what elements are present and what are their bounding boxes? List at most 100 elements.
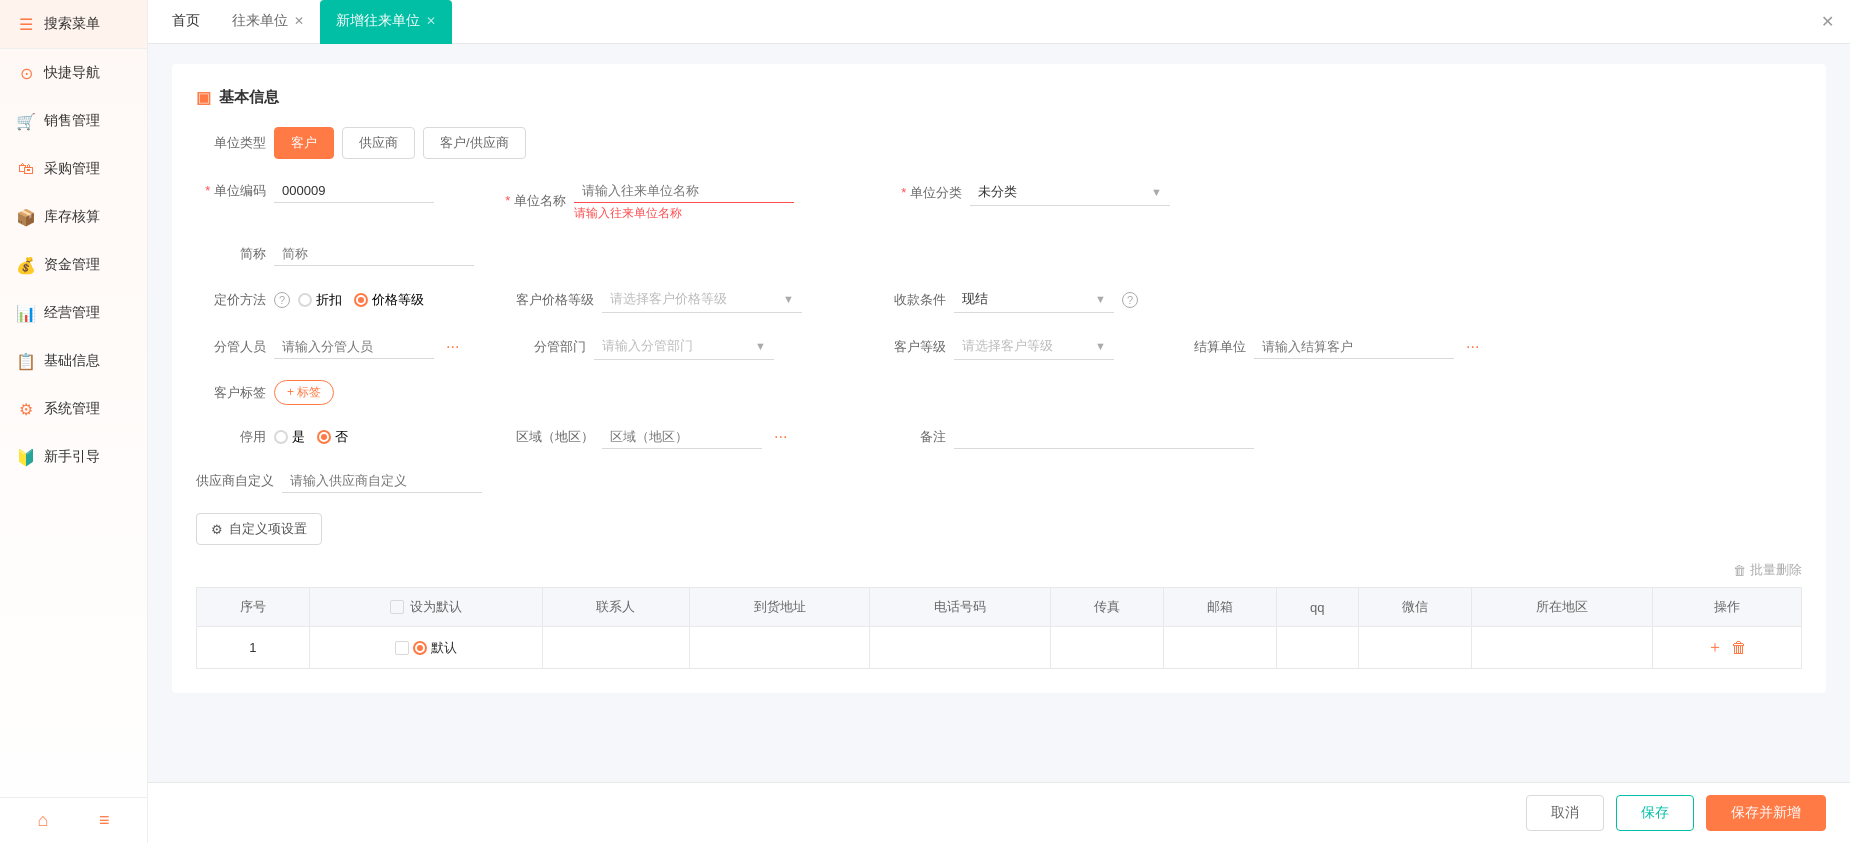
header-checkbox[interactable] (390, 600, 404, 614)
tab-new-partner-label: 新增往来单位 (336, 12, 420, 30)
custom-settings-btn[interactable]: ⚙ 自定义项设置 (196, 513, 322, 545)
pricing-help-icon[interactable]: ? (274, 292, 290, 308)
settlement-dots-btn[interactable]: ··· (1462, 338, 1483, 356)
table-toolbar: 🗑 批量删除 (196, 561, 1802, 579)
row-checkbox[interactable] (395, 641, 409, 655)
region-input[interactable] (602, 425, 762, 449)
customer-price-placeholder: 请选择客户价格等级 (610, 290, 727, 308)
add-tag-btn[interactable]: + 标签 (274, 380, 334, 405)
manager-input[interactable] (274, 335, 434, 359)
col-wechat: 微信 (1359, 588, 1472, 627)
cancel-button[interactable]: 取消 (1526, 795, 1604, 831)
sidebar-item-label: 系统管理 (44, 400, 100, 418)
section-title-icon: ▣ (196, 88, 211, 107)
abbreviation-input[interactable] (274, 242, 474, 266)
tab-home[interactable]: 首页 (156, 0, 216, 44)
save-add-button[interactable]: 保存并新增 (1706, 795, 1826, 831)
unit-category-select[interactable]: 未分类 ▼ (970, 179, 1170, 206)
payment-terms-value: 现结 (962, 290, 988, 308)
settings-bottom-icon[interactable]: ≡ (99, 810, 110, 831)
sidebar-item-sales[interactable]: 🛒 销售管理 (0, 97, 147, 145)
cell-region (1471, 627, 1652, 669)
sidebar-search[interactable]: ☰ 搜索菜单 (0, 0, 147, 49)
purchase-icon: 🛍 (16, 159, 36, 179)
sidebar-item-label: 销售管理 (44, 112, 100, 130)
manager-label: 分管人员 (196, 338, 266, 356)
window-close-btn[interactable]: ✕ (1813, 8, 1842, 35)
col-qq: qq (1276, 588, 1358, 627)
home-bottom-icon[interactable]: ⌂ (37, 810, 48, 831)
payment-help-icon[interactable]: ? (1122, 292, 1138, 308)
sidebar-item-base[interactable]: 📋 基础信息 (0, 337, 147, 385)
sidebar-item-quick-nav[interactable]: ⊙ 快捷导航 (0, 49, 147, 97)
unit-code-label: 单位编码 (196, 182, 266, 200)
payment-chevron: ▼ (1095, 293, 1106, 305)
department-select[interactable]: 请输入分管部门 ▼ (594, 333, 774, 360)
tag-group: 客户标签 + 标签 (196, 380, 1802, 405)
cell-phone (870, 627, 1051, 669)
sidebar-item-label: 基础信息 (44, 352, 100, 370)
customer-price-label: 客户价格等级 (516, 291, 594, 309)
manager-dots-btn[interactable]: ··· (442, 338, 463, 356)
settlement-input[interactable] (1254, 335, 1454, 359)
btn-both[interactable]: 客户/供应商 (423, 127, 526, 159)
sidebar-item-operations[interactable]: 📊 经营管理 (0, 289, 147, 337)
section-title-text: 基本信息 (219, 88, 279, 107)
sidebar-item-guide[interactable]: 🔰 新手引导 (0, 433, 147, 481)
radio-discount-label: 折扣 (316, 291, 342, 309)
sidebar-item-label: 新手引导 (44, 448, 100, 466)
inventory-icon: 📦 (16, 207, 36, 227)
customer-level-label: 客户等级 (876, 338, 946, 356)
disabled-label: 停用 (196, 428, 266, 446)
unit-category-group: 单位分类 未分类 ▼ (892, 179, 1802, 206)
unit-code-input[interactable] (274, 179, 434, 203)
table-header-row: 序号 设为默认 联系人 到货地址 电话号码 传真 邮箱 (197, 588, 1802, 627)
abbreviation-row: 简称 (196, 242, 1802, 266)
sidebar: ☰ 搜索菜单 ⊙ 快捷导航 🛒 销售管理 🛍 采购管理 📦 库存核算 💰 资金管… (0, 0, 148, 843)
tab-new-partner[interactable]: 新增往来单位 ✕ (320, 0, 452, 44)
sidebar-item-purchase[interactable]: 🛍 采购管理 (0, 145, 147, 193)
disabled-group: 停用 是 否 (196, 428, 516, 446)
col-region: 所在地区 (1471, 588, 1652, 627)
base-icon: 📋 (16, 351, 36, 371)
batch-delete-btn[interactable]: 🗑 批量删除 (1733, 561, 1802, 579)
radio-discount[interactable]: 折扣 (298, 291, 342, 309)
payment-terms-select[interactable]: 现结 ▼ (954, 286, 1114, 313)
radio-disabled-yes[interactable]: 是 (274, 428, 305, 446)
tab-partner[interactable]: 往来单位 ✕ (216, 0, 320, 44)
save-button[interactable]: 保存 (1616, 795, 1694, 831)
customer-level-select[interactable]: 请选择客户等级 ▼ (954, 333, 1114, 360)
btn-supplier[interactable]: 供应商 (342, 127, 415, 159)
radio-price-level-circle (354, 293, 368, 307)
default-radio-label: 默认 (431, 639, 457, 657)
custom-settings-label: 自定义项设置 (229, 520, 307, 538)
remark-input[interactable] (954, 425, 1254, 449)
radio-price-level[interactable]: 价格等级 (354, 291, 424, 309)
settings-gear-icon: ⚙ (211, 522, 223, 537)
disabled-radio-group: 是 否 (274, 428, 348, 446)
tab-partner-label: 往来单位 (232, 12, 288, 30)
supplier-custom-input[interactable] (282, 469, 482, 493)
sidebar-item-finance[interactable]: 💰 资金管理 (0, 241, 147, 289)
radio-disabled-no[interactable]: 否 (317, 428, 348, 446)
unit-name-input[interactable] (574, 179, 794, 203)
sidebar-item-inventory[interactable]: 📦 库存核算 (0, 193, 147, 241)
region-dots-btn[interactable]: ··· (770, 428, 791, 446)
default-radio[interactable]: 默认 (413, 639, 457, 657)
footer: 取消 保存 保存并新增 (148, 782, 1850, 843)
tab-partner-close[interactable]: ✕ (294, 14, 304, 28)
row-add-icon[interactable]: ＋ (1707, 637, 1723, 658)
btn-customer[interactable]: 客户 (274, 127, 334, 159)
sidebar-item-system[interactable]: ⚙ 系统管理 (0, 385, 147, 433)
sidebar-item-label: 经营管理 (44, 304, 100, 322)
department-placeholder: 请输入分管部门 (602, 337, 693, 355)
tab-new-partner-close[interactable]: ✕ (426, 14, 436, 28)
contact-table-section: 🗑 批量删除 序号 设为默认 (196, 561, 1802, 669)
system-icon: ⚙ (16, 399, 36, 419)
customer-price-select[interactable]: 请选择客户价格等级 ▼ (602, 286, 802, 313)
col-fax: 传真 (1051, 588, 1164, 627)
row-delete-icon[interactable]: 🗑 (1731, 639, 1747, 657)
radio-yes-label: 是 (292, 428, 305, 446)
sidebar-item-label: 资金管理 (44, 256, 100, 274)
abbreviation-group: 简称 (196, 242, 496, 266)
